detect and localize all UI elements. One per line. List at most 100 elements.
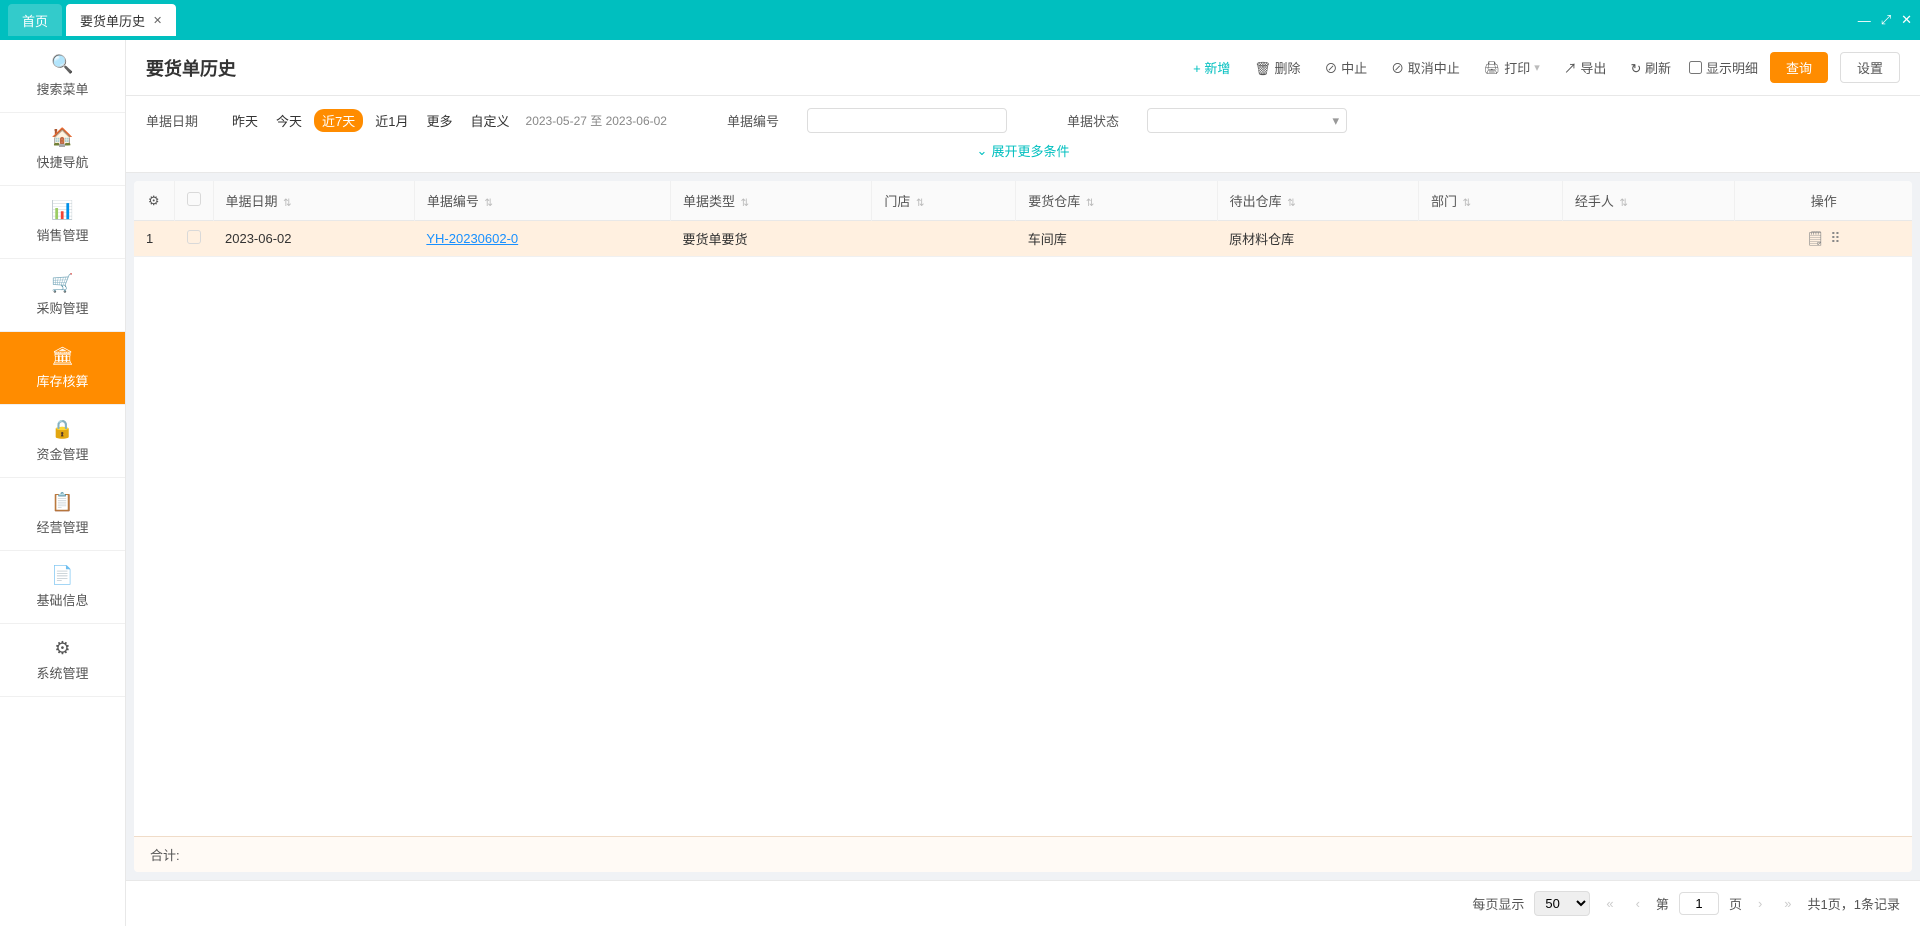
date-options: 昨天 今天 近7天 近1月 更多 自定义 2023-05-27 至 2023-0… — [226, 109, 667, 132]
delete-button[interactable]: 🗑 删除 — [1248, 54, 1306, 81]
expand-more-btn[interactable]: ⌄ 展开更多条件 — [146, 141, 1900, 160]
sidebar: 🔍 搜索菜单 🏠 快捷导航 📊 销售管理 🛒 采购管理 🏛 库存核算 🔒 资金管… — [0, 40, 126, 926]
data-table: ⚙ 单据日期 ⇅ 单据编号 ⇅ 单据类型 ⇅ 门店 ⇅ 要货仓库 ⇅ 待出仓库 … — [134, 181, 1912, 257]
top-bar-right: — ⤢ ✕ — [1858, 12, 1912, 28]
sidebar-label-purchase: 采购管理 — [36, 298, 88, 317]
sidebar-item-basicinfo[interactable]: 📄 基础信息 — [0, 551, 125, 624]
date-filter-label: 单据日期 — [146, 111, 206, 130]
date-option-custom[interactable]: 自定义 — [465, 109, 516, 132]
sidebar-item-quicknav[interactable]: 🏠 快捷导航 — [0, 113, 125, 186]
first-page-btn[interactable]: « — [1600, 894, 1619, 913]
sidebar-item-search[interactable]: 🔍 搜索菜单 — [0, 40, 125, 113]
sidebar-item-purchase[interactable]: 🛒 采购管理 — [0, 259, 125, 332]
order-no-link[interactable]: YH-20230602-0 — [426, 231, 518, 246]
td-store — [872, 221, 1016, 257]
td-handler — [1562, 221, 1735, 257]
more-icon[interactable]: ⠿ — [1830, 230, 1840, 247]
add-button[interactable]: + 新增 — [1187, 54, 1236, 81]
tab-close-icon[interactable]: ✕ — [153, 14, 162, 27]
table-header-row: ⚙ 单据日期 ⇅ 单据编号 ⇅ 单据类型 ⇅ 门店 ⇅ 要货仓库 ⇅ 待出仓库 … — [134, 181, 1912, 221]
layout: 🔍 搜索菜单 🏠 快捷导航 📊 销售管理 🛒 采购管理 🏛 库存核算 🔒 资金管… — [0, 40, 1920, 926]
view-icon[interactable]: 🗒 — [1806, 230, 1824, 247]
per-page-select[interactable]: 50 10 20 100 — [1534, 891, 1590, 916]
gear-icon: ⚙ — [54, 638, 70, 659]
op-icons: 🗒 ⠿ — [1747, 230, 1900, 247]
sidebar-label-inventory: 库存核算 — [36, 371, 88, 390]
display-detail-checkbox[interactable] — [1689, 61, 1702, 74]
maximize-icon[interactable]: ⤢ — [1881, 12, 1891, 28]
td-dept — [1418, 221, 1562, 257]
date-option-1month[interactable]: 近1月 — [369, 109, 414, 132]
settings-button[interactable]: 设置 — [1840, 52, 1900, 83]
tab-order-history[interactable]: 要货单历史 ✕ — [66, 4, 176, 36]
date-option-yesterday[interactable]: 昨天 — [226, 109, 264, 132]
sidebar-label-operation: 经营管理 — [36, 517, 88, 536]
sidebar-label-finance: 资金管理 — [36, 444, 88, 463]
table-footer: 合计: — [134, 836, 1912, 872]
display-detail-toggle[interactable]: 显示明细 — [1689, 58, 1758, 77]
select-all-checkbox[interactable] — [187, 192, 201, 206]
expand-more-label: 展开更多条件 — [991, 141, 1069, 160]
td-type: 要货单要货 — [671, 221, 872, 257]
export-button[interactable]: ↗ 导出 — [1558, 54, 1613, 81]
last-page-btn[interactable]: » — [1778, 894, 1797, 913]
tab-home[interactable]: 首页 — [8, 4, 62, 36]
lock-icon: 🔒 — [51, 419, 73, 440]
td-checkbox[interactable] — [174, 221, 213, 257]
page-label: 第 — [1656, 894, 1669, 913]
page-suffix: 页 — [1729, 894, 1742, 913]
top-bar: 首页 要货单历史 ✕ — ⤢ ✕ — [0, 0, 1920, 40]
doc-icon: 📄 — [51, 565, 73, 586]
page-header: 要货单历史 + 新增 🗑 删除 ⊘ 中止 ⊘ 取消中止 🖨 🖨 打印 打印 ▾ … — [126, 40, 1920, 96]
sidebar-item-operation[interactable]: 📋 经营管理 — [0, 478, 125, 551]
cancel-stop-button[interactable]: ⊘ 取消中止 — [1385, 54, 1466, 81]
page-input[interactable] — [1679, 892, 1719, 915]
sidebar-label-system: 系统管理 — [36, 663, 88, 682]
filter-area: 单据日期 昨天 今天 近7天 近1月 更多 自定义 2023-05-27 至 2… — [126, 96, 1920, 173]
chevron-down-icon: ⌄ — [977, 143, 988, 159]
table-empty-space — [134, 257, 1912, 836]
td-op: 🗒 ⠿ — [1735, 221, 1912, 257]
sidebar-label-basicinfo: 基础信息 — [36, 590, 88, 609]
refresh-button[interactable]: ↻ 刷新 — [1624, 54, 1677, 81]
order-no-input[interactable] — [807, 108, 1007, 133]
page-title: 要货单历史 — [146, 55, 236, 81]
td-no[interactable]: YH-20230602-0 — [414, 221, 670, 257]
tab-order-history-label: 要货单历史 — [80, 11, 145, 30]
query-button[interactable]: 查询 — [1770, 52, 1828, 83]
td-pending-warehouse: 原材料仓库 — [1217, 221, 1418, 257]
filter-row-1: 单据日期 昨天 今天 近7天 近1月 更多 自定义 2023-05-27 至 2… — [146, 108, 1900, 133]
th-store[interactable]: 门店 ⇅ — [872, 181, 1016, 221]
sidebar-item-inventory[interactable]: 🏛 库存核算 — [0, 332, 125, 405]
th-settings[interactable]: ⚙ — [134, 181, 174, 221]
th-dept[interactable]: 部门 ⇅ — [1418, 181, 1562, 221]
row-checkbox[interactable] — [187, 230, 201, 244]
date-option-more[interactable]: 更多 — [421, 109, 459, 132]
td-index: 1 — [134, 221, 174, 257]
table-row: 1 2023-06-02 YH-20230602-0 要货单要货 车间库 原材料… — [134, 221, 1912, 257]
th-no[interactable]: 单据编号 ⇅ — [414, 181, 670, 221]
display-detail-label: 显示明细 — [1706, 58, 1758, 77]
order-no-label: 单据编号 — [727, 111, 787, 130]
window-close-icon[interactable]: ✕ — [1901, 12, 1912, 28]
per-page-label: 每页显示 — [1472, 894, 1524, 913]
sidebar-item-sales[interactable]: 📊 销售管理 — [0, 186, 125, 259]
sidebar-item-finance[interactable]: 🔒 资金管理 — [0, 405, 125, 478]
status-select-wrap — [1147, 108, 1347, 133]
main-content: 要货单历史 + 新增 🗑 删除 ⊘ 中止 ⊘ 取消中止 🖨 🖨 打印 打印 ▾ … — [126, 40, 1920, 926]
th-date[interactable]: 单据日期 ⇅ — [213, 181, 414, 221]
sidebar-item-system[interactable]: ⚙ 系统管理 — [0, 624, 125, 697]
date-option-7days[interactable]: 近7天 — [314, 109, 363, 132]
th-handler[interactable]: 经手人 ⇅ — [1562, 181, 1735, 221]
prev-page-btn[interactable]: ‹ — [1630, 894, 1646, 913]
status-select[interactable] — [1147, 108, 1347, 133]
next-page-btn[interactable]: › — [1752, 894, 1768, 913]
th-req-warehouse[interactable]: 要货仓库 ⇅ — [1016, 181, 1217, 221]
stop-button[interactable]: ⊘ 中止 — [1319, 54, 1374, 81]
th-type[interactable]: 单据类型 ⇅ — [671, 181, 872, 221]
minimize-icon[interactable]: — — [1858, 13, 1871, 28]
th-checkbox[interactable] — [174, 181, 213, 221]
print-button[interactable]: 🖨 🖨 打印 打印 ▾ — [1478, 54, 1546, 81]
th-pending-warehouse[interactable]: 待出仓库 ⇅ — [1217, 181, 1418, 221]
date-option-today[interactable]: 今天 — [270, 109, 308, 132]
